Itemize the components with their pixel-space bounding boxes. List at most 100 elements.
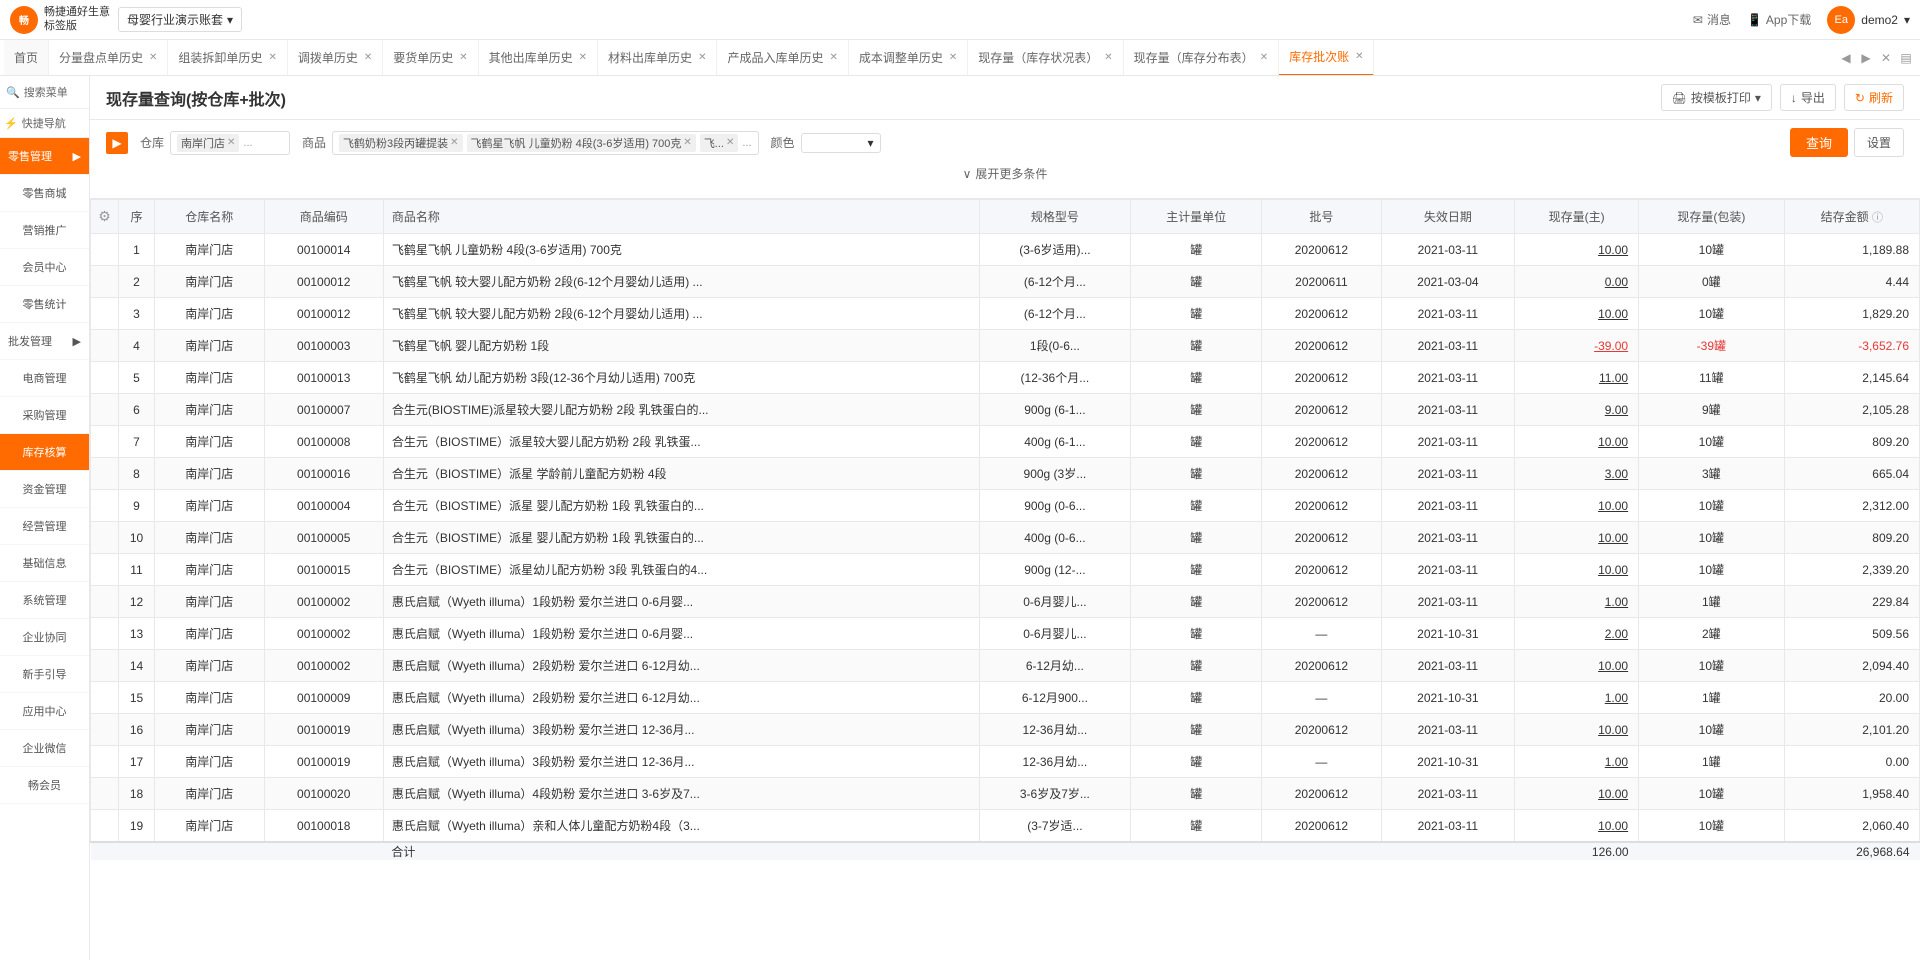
cell-qty-main[interactable]: 10.00 [1515, 554, 1639, 586]
cell-qty-main[interactable]: 10.00 [1515, 490, 1639, 522]
tab-2[interactable]: 组装拆卸单历史 ✕ [168, 40, 287, 76]
cell-balance: 665.04 [1784, 458, 1919, 490]
tab-home[interactable]: 首页 [4, 40, 49, 76]
cell-qty-main[interactable]: 9.00 [1515, 394, 1639, 426]
cell-balance: 2,101.20 [1784, 714, 1919, 746]
cell-qty-main[interactable]: 10.00 [1515, 522, 1639, 554]
cell-balance: 2,060.40 [1784, 810, 1919, 843]
print-button[interactable]: 🖨 按模板打印 ▾ [1661, 84, 1772, 111]
remove-tag-icon[interactable]: ✕ [450, 137, 458, 148]
cell-qty-main[interactable]: 10.00 [1515, 650, 1639, 682]
tab-next-arrow[interactable]: ▶ [1856, 40, 1876, 76]
settings-icon[interactable]: ⚙ [98, 208, 111, 224]
close-icon[interactable]: ✕ [579, 52, 587, 63]
sidebar-item-member[interactable]: 会员中心 [0, 249, 89, 286]
message-button[interactable]: ✉ 消息 [1693, 11, 1731, 28]
cell-unit: 罐 [1131, 234, 1262, 266]
close-icon[interactable]: ✕ [1104, 52, 1112, 63]
table-row: 5 南岸门店 00100013 飞鹤星飞帆 幼儿配方奶粉 3段(12-36个月幼… [91, 362, 1920, 394]
cell-qty-main[interactable]: 10.00 [1515, 778, 1639, 810]
product-filter-input[interactable]: 飞鹤奶粉3段丙罐提装 ✕ 飞鹤星飞帆 儿童奶粉 4段(3-6岁适用) 700克 … [332, 131, 759, 155]
sidebar-item-guide[interactable]: 新手引导 [0, 656, 89, 693]
warehouse-filter-input[interactable]: 南岸门店 ✕ ... [170, 131, 290, 155]
cell-warehouse: 南岸门店 [155, 554, 265, 586]
cell-expire: 2021-03-11 [1381, 490, 1515, 522]
close-icon[interactable]: ✕ [949, 52, 957, 63]
tab-inventory[interactable]: 库存批次账 ✕ [1279, 40, 1374, 76]
sidebar-item-inventory[interactable]: 库存核算 [0, 434, 89, 471]
sidebar-item-vip[interactable]: 畅会员 [0, 767, 89, 804]
sidebar-item-finance[interactable]: 资金管理 [0, 471, 89, 508]
cell-qty-main[interactable]: 10.00 [1515, 298, 1639, 330]
sidebar-item-wechat[interactable]: 企业微信 [0, 730, 89, 767]
close-icon[interactable]: ✕ [364, 52, 372, 63]
remove-tag-icon[interactable]: ✕ [683, 137, 691, 148]
cell-qty-main[interactable]: 0.00 [1515, 266, 1639, 298]
cell-qty-main[interactable]: 2.00 [1515, 618, 1639, 650]
tab-5[interactable]: 其他出库单历史 ✕ [479, 40, 598, 76]
cell-name: 合生元（BIOSTIME）派星 学龄前儿童配方奶粉 4段 [383, 458, 979, 490]
tab-3[interactable]: 调拨单历史 ✕ [288, 40, 383, 76]
user-info[interactable]: Ea demo2 ▾ [1827, 6, 1910, 34]
sidebar-item-collab[interactable]: 企业协同 [0, 619, 89, 656]
close-icon[interactable]: ✕ [459, 52, 467, 63]
export-button[interactable]: ↓ 导出 [1780, 84, 1836, 111]
tab-10[interactable]: 现存量（库存分布表） ✕ [1124, 40, 1279, 76]
tab-close-arrow[interactable]: ✕ [1876, 40, 1896, 76]
tab-prev-arrow[interactable]: ◀ [1836, 40, 1856, 76]
sidebar-quicknav[interactable]: ⚡ 快捷导航 [0, 109, 89, 138]
close-icon[interactable]: ✕ [149, 52, 157, 63]
cell-qty-pkg: 10罐 [1639, 298, 1784, 330]
tab-6[interactable]: 材料出库单历史 ✕ [598, 40, 717, 76]
table-row: 2 南岸门店 00100012 飞鹤星飞帆 较大婴儿配方奶粉 2段(6-12个月… [91, 266, 1920, 298]
settings-button[interactable]: 设置 [1854, 128, 1904, 157]
tab-9[interactable]: 现存量（库存状况表） ✕ [968, 40, 1123, 76]
cell-qty-main[interactable]: 10.00 [1515, 234, 1639, 266]
remove-tag-icon[interactable]: ✕ [726, 137, 734, 148]
sidebar-item-operation[interactable]: 经营管理 [0, 508, 89, 545]
sidebar-item-wholesale[interactable]: 批发管理 ▶ [0, 323, 89, 360]
tab-1[interactable]: 分量盘点单历史 ✕ [49, 40, 168, 76]
tab-8[interactable]: 成本调整单历史 ✕ [849, 40, 968, 76]
info-icon[interactable]: ⓘ [1872, 212, 1883, 224]
query-button[interactable]: 查询 [1790, 128, 1848, 157]
sidebar-item-ecommerce[interactable]: 电商管理 [0, 360, 89, 397]
close-icon[interactable]: ✕ [268, 52, 276, 63]
refresh-button[interactable]: ↻ 刷新 [1844, 84, 1904, 111]
app-download-button[interactable]: 📱 App下载 [1747, 11, 1811, 28]
sidebar-search[interactable]: 🔍 搜索菜单 [0, 76, 89, 109]
sidebar-item-retail[interactable]: 零售管理 ▶ [0, 138, 89, 175]
cell-qty-main[interactable]: 1.00 [1515, 682, 1639, 714]
sidebar-item-marketing[interactable]: 营销推广 [0, 212, 89, 249]
expand-conditions-button[interactable]: ∨ 展开更多条件 [955, 161, 1056, 186]
cell-qty-main[interactable]: -39.00 [1515, 330, 1639, 362]
tab-4[interactable]: 要货单历史 ✕ [383, 40, 478, 76]
cell-qty-main[interactable]: 1.00 [1515, 746, 1639, 778]
tab-menu-arrow[interactable]: ▤ [1896, 40, 1916, 76]
close-icon[interactable]: ✕ [829, 52, 837, 63]
close-icon[interactable]: ✕ [698, 52, 706, 63]
cell-qty-main[interactable]: 10.00 [1515, 810, 1639, 843]
cell-qty-main[interactable]: 11.00 [1515, 362, 1639, 394]
remove-tag-icon[interactable]: ✕ [227, 137, 235, 148]
sidebar-item-purchase[interactable]: 采购管理 [0, 397, 89, 434]
sidebar-item-appstore[interactable]: 应用中心 [0, 693, 89, 730]
cell-balance: 2,094.40 [1784, 650, 1919, 682]
sidebar-item-basic[interactable]: 基础信息 [0, 545, 89, 582]
color-filter-input[interactable]: ▾ [801, 133, 881, 153]
close-icon[interactable]: ✕ [1260, 52, 1268, 63]
tab-7[interactable]: 产成品入库单历史 ✕ [717, 40, 848, 76]
cell-spec: 6-12月900... [979, 682, 1131, 714]
cell-qty-main[interactable]: 1.00 [1515, 586, 1639, 618]
cell-qty-main[interactable]: 10.00 [1515, 714, 1639, 746]
cell-warehouse: 南岸门店 [155, 810, 265, 843]
filter-expand-btn[interactable]: ▶ [106, 132, 128, 154]
sidebar-item-system[interactable]: 系统管理 [0, 582, 89, 619]
close-icon[interactable]: ✕ [1355, 51, 1363, 62]
cell-qty-main[interactable]: 10.00 [1515, 426, 1639, 458]
sidebar-item-mall[interactable]: 零售商城 [0, 175, 89, 212]
industry-selector[interactable]: 母婴行业演示账套 ▾ [118, 7, 242, 32]
cell-qty-main[interactable]: 3.00 [1515, 458, 1639, 490]
sidebar-item-retail-stats[interactable]: 零售统计 [0, 286, 89, 323]
chevron-down-icon: ▾ [868, 136, 874, 150]
